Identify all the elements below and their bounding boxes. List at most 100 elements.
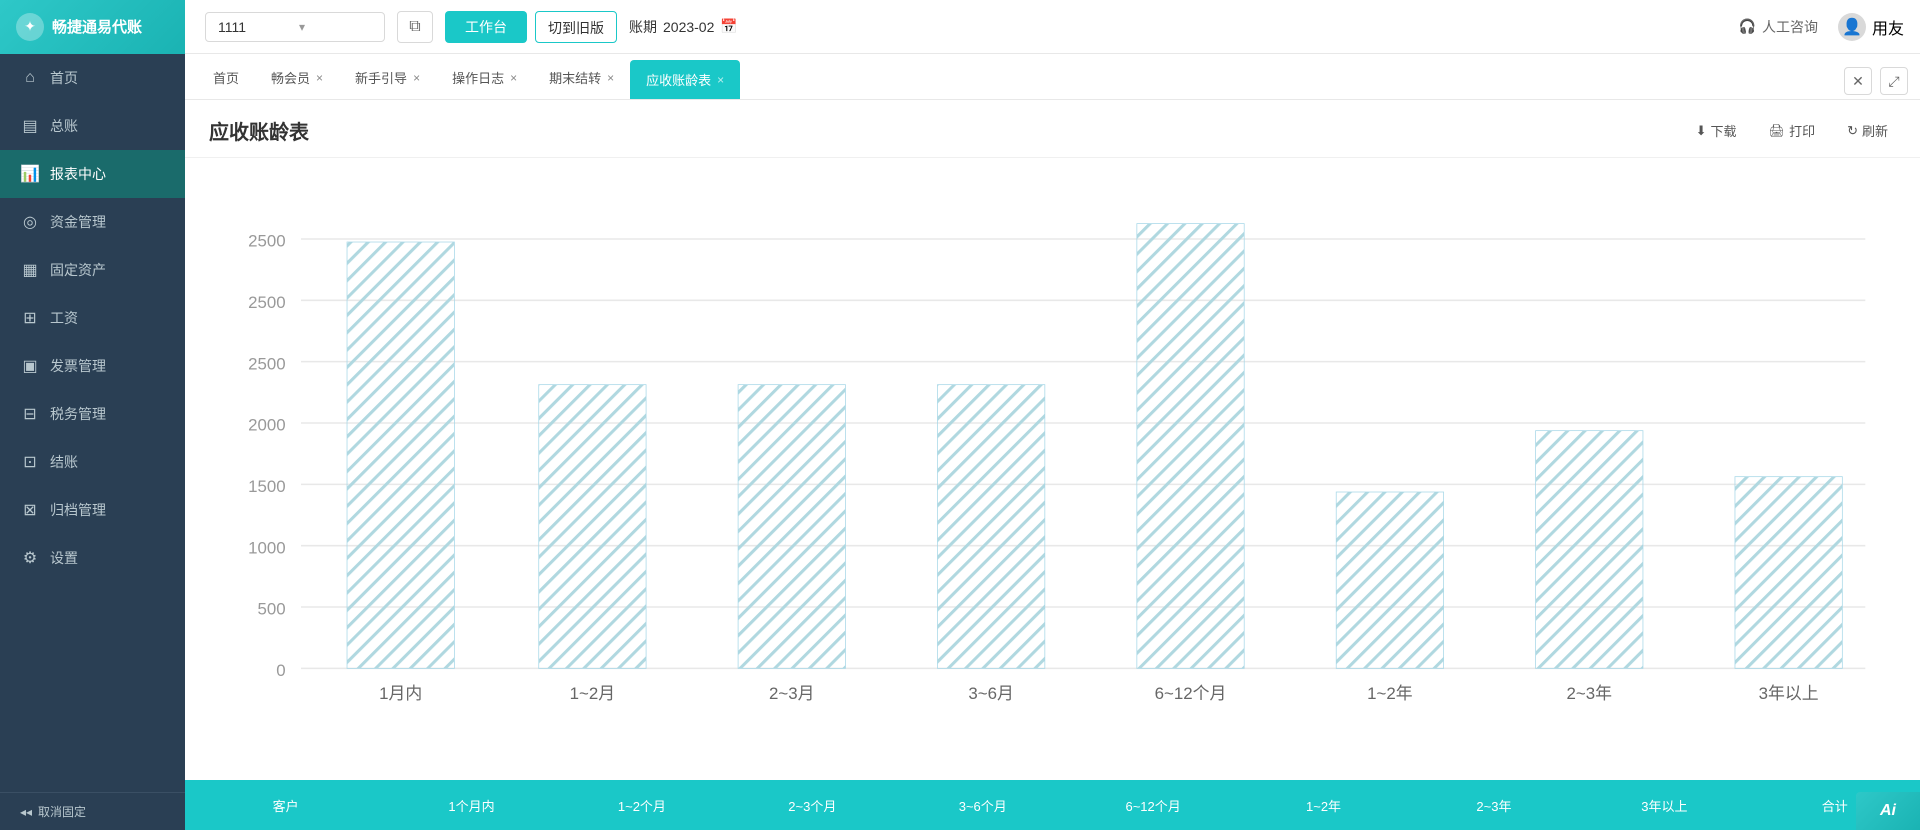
col-6-12m: 6~12个月 (1068, 796, 1238, 815)
tab-period-end[interactable]: 期末结转 × (533, 58, 630, 99)
page-header: 应收账龄表 ⬇ 下载 🖨 打印 ↻ 刷新 (185, 100, 1920, 158)
svg-text:2500: 2500 (248, 354, 286, 373)
tab-guide[interactable]: 新手引导 × (339, 58, 436, 99)
consult-button[interactable]: 🎧 人工咨询 (1739, 17, 1818, 37)
tab-actions: ✕ ⤢ (1844, 67, 1908, 99)
sidebar-item-assets[interactable]: ▦ 固定资产 (0, 246, 185, 294)
tab-member[interactable]: 畅会员 × (255, 58, 339, 99)
archive-icon: ⊠ (20, 500, 40, 520)
tab-label: 首页 (213, 68, 239, 87)
tab-label: 新手引导 (355, 68, 407, 87)
download-button[interactable]: ⬇ 下载 (1688, 117, 1745, 144)
chevron-down-icon: ▾ (299, 20, 372, 34)
sidebar: ⌂ 首页 ▤ 总账 📊 报表中心 ◎ 资金管理 ▦ 固定资产 ⊞ 工资 ▣ 发票… (0, 54, 185, 830)
salary-icon: ⊞ (20, 308, 40, 328)
assets-icon: ▦ (20, 260, 40, 280)
sidebar-item-archive[interactable]: ⊠ 归档管理 (0, 486, 185, 534)
sidebar-item-ledger[interactable]: ▤ 总账 (0, 102, 185, 150)
top-header: ✦ 畅捷通易代账 1111 ▾ ⧉ 工作台 切到旧版 账期 2023-02 📅 … (0, 0, 1920, 54)
sidebar-item-salary[interactable]: ⊞ 工资 (0, 294, 185, 342)
switch-old-button[interactable]: 切到旧版 (535, 11, 617, 43)
col-customer: 客户 (185, 796, 386, 815)
download-label: 下载 (1711, 121, 1737, 140)
tab-close-icon[interactable]: × (413, 71, 420, 85)
svg-text:1月内: 1月内 (379, 684, 422, 703)
pin-icon: ◂◂ (20, 805, 32, 819)
col-3y-plus: 3年以上 (1579, 796, 1749, 815)
period-label: 账期 (629, 17, 657, 37)
tab-label: 操作日志 (452, 68, 504, 87)
calendar-icon[interactable]: 📅 (720, 18, 737, 35)
tab-close-icon[interactable]: × (510, 71, 517, 85)
close-tab-button[interactable]: ✕ (1844, 67, 1872, 95)
copy-button[interactable]: ⧉ (397, 11, 433, 43)
refresh-button[interactable]: ↻ 刷新 (1839, 117, 1896, 144)
svg-text:2~3年: 2~3年 (1567, 684, 1613, 703)
gear-icon: ⚙ (20, 548, 40, 568)
avatar: 👤 (1838, 13, 1866, 41)
tab-close-icon[interactable]: × (717, 73, 724, 87)
svg-text:2~3月: 2~3月 (769, 684, 814, 703)
cancel-fixed-label: 取消固定 (38, 803, 86, 820)
ai-badge[interactable]: Ai (1856, 792, 1920, 830)
sidebar-item-label: 总账 (50, 116, 78, 136)
svg-text:1000: 1000 (248, 538, 286, 557)
tab-oplog[interactable]: 操作日志 × (436, 58, 533, 99)
page-content: 应收账龄表 ⬇ 下载 🖨 打印 ↻ 刷新 (185, 100, 1920, 830)
tab-close-icon[interactable]: × (316, 71, 323, 85)
sidebar-item-label: 设置 (50, 548, 78, 568)
svg-text:500: 500 (258, 600, 286, 619)
col-3-6m: 3~6个月 (898, 796, 1068, 815)
page-actions: ⬇ 下载 🖨 打印 ↻ 刷新 (1688, 117, 1896, 144)
sidebar-item-tax[interactable]: ⊟ 税务管理 (0, 390, 185, 438)
tax-icon: ⊟ (20, 404, 40, 424)
tab-bar: 首页 畅会员 × 新手引导 × 操作日志 × 期末结转 × 应收账龄表 × (185, 54, 1920, 100)
col-1m: 1个月内 (386, 796, 556, 815)
sidebar-item-invoice[interactable]: ▣ 发票管理 (0, 342, 185, 390)
refresh-icon: ↻ (1847, 123, 1858, 139)
print-button[interactable]: 🖨 打印 (1761, 117, 1824, 144)
sidebar-item-settle[interactable]: ⊡ 结账 (0, 438, 185, 486)
sidebar-item-label: 发票管理 (50, 356, 106, 376)
expand-tab-button[interactable]: ⤢ (1880, 67, 1908, 95)
period-area: 账期 2023-02 📅 (629, 17, 738, 37)
logo-icon: ✦ (16, 13, 44, 41)
tab-close-icon[interactable]: × (607, 71, 614, 85)
sidebar-item-funds[interactable]: ◎ 资金管理 (0, 198, 185, 246)
user-label: 用友 (1872, 15, 1904, 39)
tab-home[interactable]: 首页 (197, 58, 255, 99)
headphone-icon: 🎧 (1739, 18, 1756, 35)
logo-area: ✦ 畅捷通易代账 (0, 0, 185, 54)
svg-text:3年以上: 3年以上 (1759, 684, 1819, 703)
chart-wrapper: 2500 2500 2500 2000 1500 1000 500 0 (209, 178, 1896, 760)
print-label: 打印 (1789, 121, 1815, 140)
col-1-2m: 1~2个月 (557, 796, 727, 815)
svg-text:0: 0 (276, 661, 285, 680)
svg-text:2500: 2500 (248, 232, 286, 251)
tab-ar-aging[interactable]: 应收账龄表 × (630, 60, 740, 99)
company-name: 1111 (218, 19, 291, 35)
sidebar-item-reports[interactable]: 📊 报表中心 (0, 150, 185, 198)
chart-container: 2500 2500 2500 2000 1500 1000 500 0 (185, 158, 1920, 780)
sidebar-item-label: 资金管理 (50, 212, 106, 232)
workbench-button[interactable]: 工作台 (445, 11, 527, 43)
col-2-3y: 2~3年 (1409, 796, 1579, 815)
svg-text:1500: 1500 (248, 477, 286, 496)
user-area[interactable]: 👤 用友 (1838, 13, 1904, 41)
svg-text:3~6月: 3~6月 (968, 684, 1013, 703)
company-selector[interactable]: 1111 ▾ (205, 12, 385, 42)
home-icon: ⌂ (20, 69, 40, 87)
svg-text:6~12个月: 6~12个月 (1155, 684, 1227, 703)
invoice-icon: ▣ (20, 356, 40, 376)
sidebar-item-settings[interactable]: ⚙ 设置 (0, 534, 185, 582)
header-right: 🎧 人工咨询 👤 用友 (1739, 13, 1904, 41)
reports-icon: 📊 (20, 164, 40, 184)
print-icon: 🖨 (1769, 123, 1786, 139)
page-title: 应收账龄表 (209, 116, 309, 145)
download-icon: ⬇ (1696, 123, 1707, 139)
svg-text:2000: 2000 (248, 416, 286, 435)
col-2-3m: 2~3个月 (727, 796, 897, 815)
sidebar-item-home[interactable]: ⌂ 首页 (0, 54, 185, 102)
cancel-fixed-button[interactable]: ◂◂ 取消固定 (0, 792, 185, 830)
settle-icon: ⊡ (20, 452, 40, 472)
